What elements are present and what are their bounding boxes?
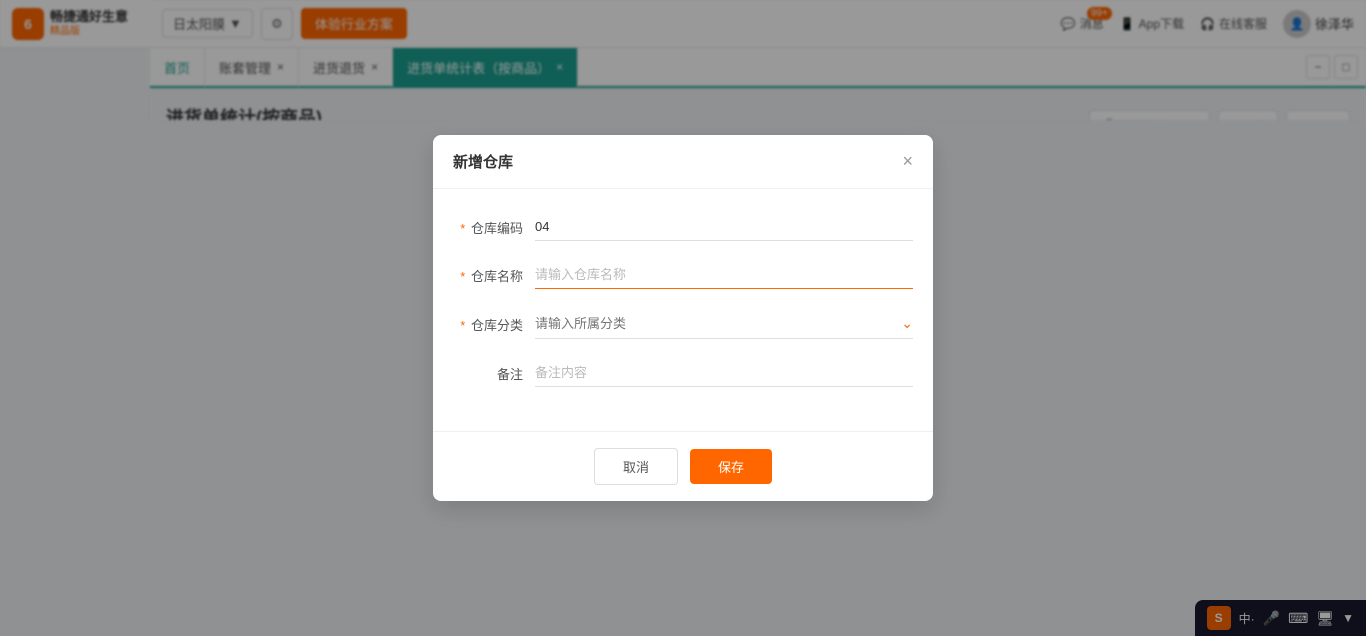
modal-body: * 仓库编码 * 仓库名称 * 仓库分类 — [433, 189, 933, 431]
warehouse-name-input[interactable] — [535, 261, 913, 289]
notes-row: 备注 — [453, 359, 913, 387]
modal-overlay: 新增仓库 × * 仓库编码 * 仓库名称 — [0, 0, 1366, 636]
modal-footer: 取消 保存 — [433, 431, 933, 501]
add-warehouse-modal: 新增仓库 × * 仓库编码 * 仓库名称 — [433, 135, 933, 501]
warehouse-code-label: * 仓库编码 — [453, 218, 523, 237]
required-icon: * — [460, 269, 465, 284]
warehouse-name-label: * 仓库名称 — [453, 266, 523, 285]
modal-header: 新增仓库 × — [433, 135, 933, 189]
warehouse-name-row: * 仓库名称 — [453, 261, 913, 289]
warehouse-category-select-wrapper[interactable]: ⌄ — [535, 309, 913, 339]
warehouse-category-label: * 仓库分类 — [453, 315, 523, 334]
cancel-button[interactable]: 取消 — [594, 448, 678, 485]
warehouse-category-input[interactable] — [535, 316, 901, 331]
warehouse-code-row: * 仓库编码 — [453, 213, 913, 241]
category-dropdown-icon[interactable]: ⌄ — [901, 315, 913, 332]
notes-input[interactable] — [535, 359, 913, 387]
save-button[interactable]: 保存 — [690, 449, 772, 484]
notes-label: 备注 — [453, 364, 523, 383]
warehouse-category-row: * 仓库分类 ⌄ — [453, 309, 913, 339]
required-icon: * — [460, 221, 465, 236]
required-icon: * — [460, 318, 465, 333]
warehouse-code-input[interactable] — [535, 213, 913, 241]
modal-close-button[interactable]: × — [902, 151, 913, 172]
modal-title: 新增仓库 — [453, 151, 513, 172]
